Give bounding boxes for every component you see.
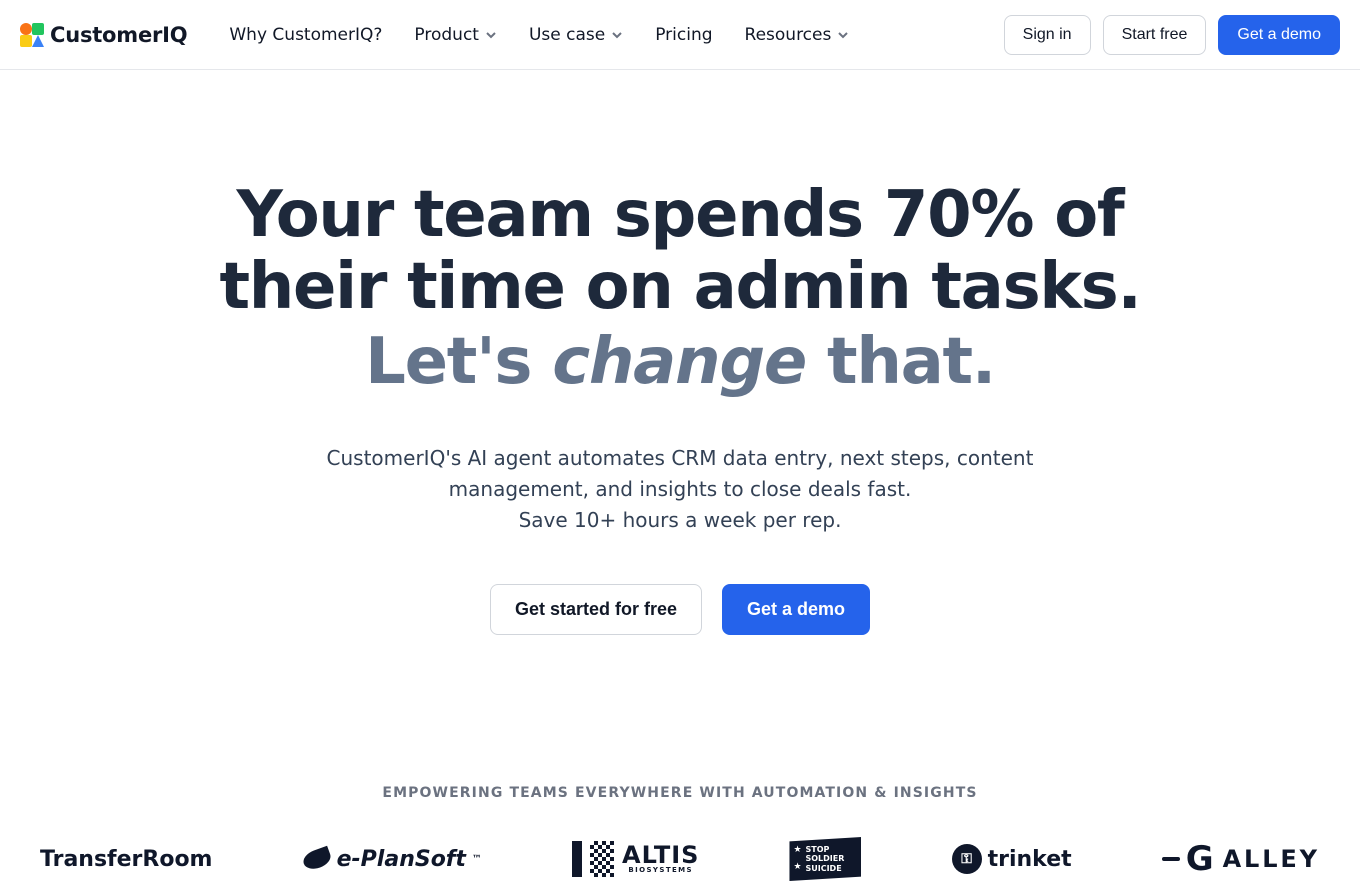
- logos-row: TransferRoom e-PlanSoft™ ALTIS BIOSYSTEM…: [0, 837, 1360, 881]
- hero-section: Your team spends 70% of their time on ad…: [0, 70, 1360, 881]
- nav-why[interactable]: Why CustomerIQ?: [215, 17, 396, 53]
- client-logo-altis: ALTIS BIOSYSTEMS: [572, 841, 699, 877]
- nav-label: Why CustomerIQ?: [229, 25, 382, 45]
- client-logo-eplansoft: e-PlanSoft™: [303, 847, 482, 872]
- startfree-button[interactable]: Start free: [1103, 15, 1207, 55]
- chevron-down-icon: [485, 29, 497, 41]
- key-icon: ⚿: [952, 844, 982, 874]
- chevron-down-icon: [611, 29, 623, 41]
- client-logos-section: EMPOWERING TEAMS EVERYWHERE WITH AUTOMAT…: [0, 785, 1360, 881]
- signin-button[interactable]: Sign in: [1004, 15, 1091, 55]
- nav-resources[interactable]: Resources: [731, 17, 864, 53]
- brand-logo[interactable]: CustomerIQ: [20, 23, 187, 47]
- client-logo-transferroom: TransferRoom: [40, 847, 212, 872]
- sub-line1: CustomerIQ's AI agent automates CRM data…: [300, 443, 1060, 505]
- headline-line2: Let's change that.: [190, 327, 1170, 399]
- nav-usecase[interactable]: Use case: [515, 17, 637, 53]
- nav-label: Product: [414, 25, 479, 45]
- client-logo-stopsoldier: STOP SOLDIER SUICIDE: [789, 837, 861, 881]
- primary-nav: Why CustomerIQ? Product Use case Pricing…: [215, 17, 863, 53]
- nav-product[interactable]: Product: [400, 17, 511, 53]
- logos-heading: EMPOWERING TEAMS EVERYWHERE WITH AUTOMAT…: [0, 785, 1360, 801]
- nav-actions: Sign in Start free Get a demo: [1004, 15, 1340, 55]
- logo-mark-icon: [20, 23, 44, 47]
- getdemo-button[interactable]: Get a demo: [1218, 15, 1340, 55]
- nav-label: Pricing: [655, 25, 712, 45]
- headline-line1: Your team spends 70% of their time on ad…: [219, 178, 1140, 324]
- nav-label: Use case: [529, 25, 605, 45]
- leaf-icon: [300, 846, 332, 872]
- brand-name: CustomerIQ: [50, 23, 187, 47]
- nav-pricing[interactable]: Pricing: [641, 17, 726, 53]
- dash-icon: [1162, 857, 1180, 861]
- nav-label: Resources: [745, 25, 832, 45]
- hero-cta-row: Get started for free Get a demo: [0, 584, 1360, 635]
- sub-line2: Save 10+ hours a week per rep.: [300, 505, 1060, 536]
- header: CustomerIQ Why CustomerIQ? Product Use c…: [0, 0, 1360, 70]
- hero-subtext: CustomerIQ's AI agent automates CRM data…: [300, 443, 1060, 536]
- chevron-down-icon: [837, 29, 849, 41]
- client-logo-trinket: ⚿ trinket: [952, 844, 1072, 874]
- cta-getstarted-button[interactable]: Get started for free: [490, 584, 702, 635]
- cta-getdemo-button[interactable]: Get a demo: [722, 584, 870, 635]
- hero-headline: Your team spends 70% of their time on ad…: [190, 180, 1170, 399]
- checker-icon: [590, 841, 614, 877]
- client-logo-galley: GALLEY: [1162, 839, 1320, 879]
- bar-icon: [572, 841, 582, 877]
